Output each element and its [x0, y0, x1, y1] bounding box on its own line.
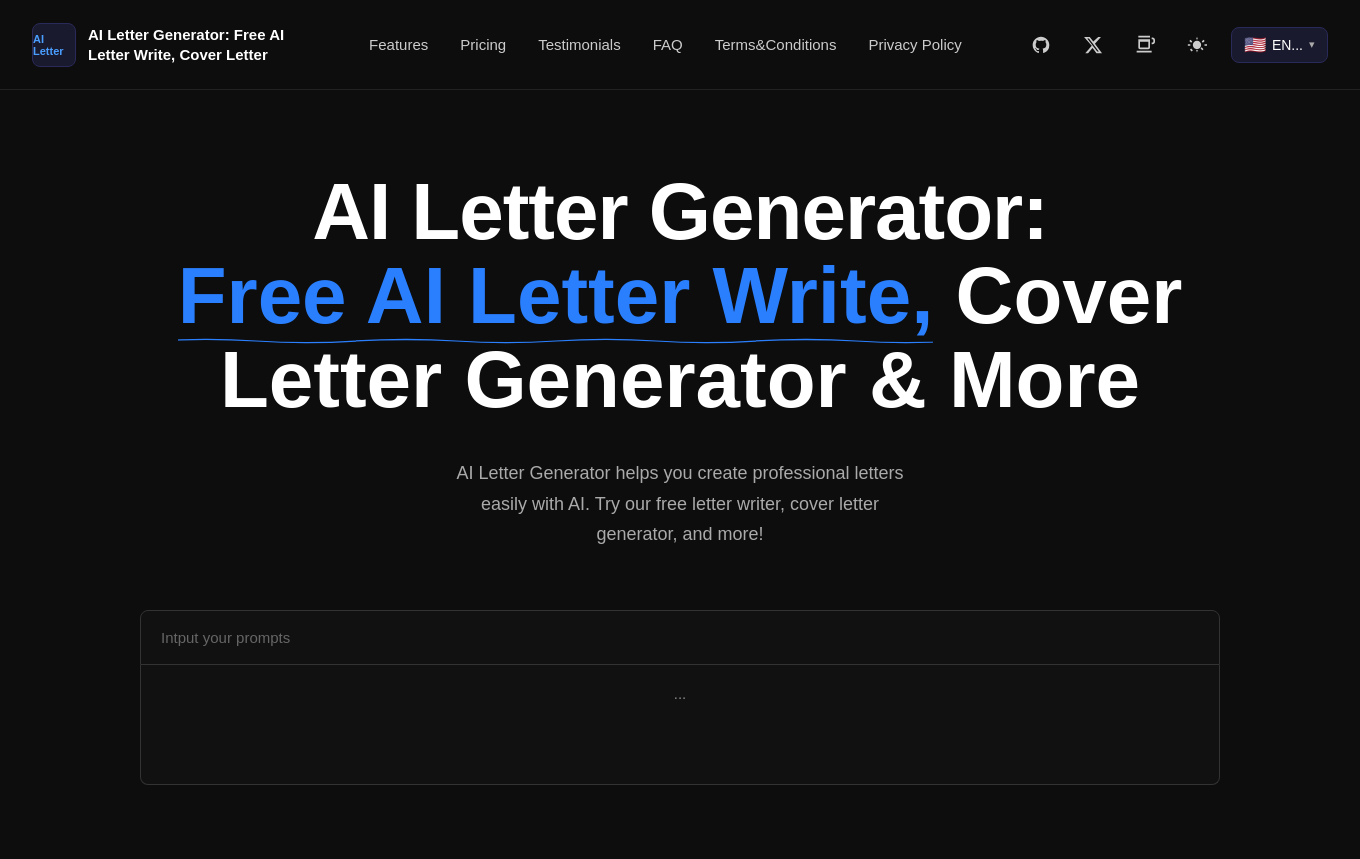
- flag-icon: 🇺🇸: [1244, 34, 1266, 56]
- hero-line2-blue: Free AI Letter Write,: [178, 254, 934, 338]
- hero-subtitle: AI Letter Generator helps you create pro…: [456, 458, 903, 550]
- hero-line1: AI Letter Generator:: [178, 170, 1183, 254]
- github-button[interactable]: [1023, 27, 1059, 63]
- main-nav: Features Pricing Testimonials FAQ Terms&…: [369, 36, 962, 53]
- site-title: AI Letter Generator: Free AI Letter Writ…: [88, 25, 308, 64]
- language-selector[interactable]: 🇺🇸 EN... ▾: [1231, 27, 1328, 63]
- nav-faq[interactable]: FAQ: [653, 36, 683, 53]
- logo-text: AI Letter: [33, 33, 75, 57]
- hero-line3: Letter Generator & More: [178, 338, 1183, 422]
- logo-area[interactable]: AI Letter AI Letter Generator: Free AI L…: [32, 23, 308, 67]
- nav-features[interactable]: Features: [369, 36, 428, 53]
- nav-privacy[interactable]: Privacy Policy: [868, 36, 961, 53]
- logo-icon: AI Letter: [32, 23, 76, 67]
- hero-title: AI Letter Generator: Free AI Letter Writ…: [178, 170, 1183, 422]
- coffee-button[interactable]: [1127, 27, 1163, 63]
- prompt-input[interactable]: [140, 610, 1220, 665]
- input-section: ...: [140, 610, 1220, 785]
- site-header: AI Letter AI Letter Generator: Free AI L…: [0, 0, 1360, 90]
- nav-pricing[interactable]: Pricing: [460, 36, 506, 53]
- hero-section: AI Letter Generator: Free AI Letter Writ…: [0, 90, 1360, 825]
- hero-line2-white: Cover: [933, 254, 1182, 338]
- nav-testimonials[interactable]: Testimonials: [538, 36, 621, 53]
- x-twitter-button[interactable]: [1075, 27, 1111, 63]
- nav-terms[interactable]: Terms&Conditions: [715, 36, 837, 53]
- header-actions: 🇺🇸 EN... ▾: [1023, 27, 1328, 63]
- lang-code: EN...: [1272, 37, 1303, 53]
- chevron-down-icon: ▾: [1309, 38, 1315, 51]
- output-area: ...: [140, 665, 1220, 785]
- theme-toggle-button[interactable]: [1179, 27, 1215, 63]
